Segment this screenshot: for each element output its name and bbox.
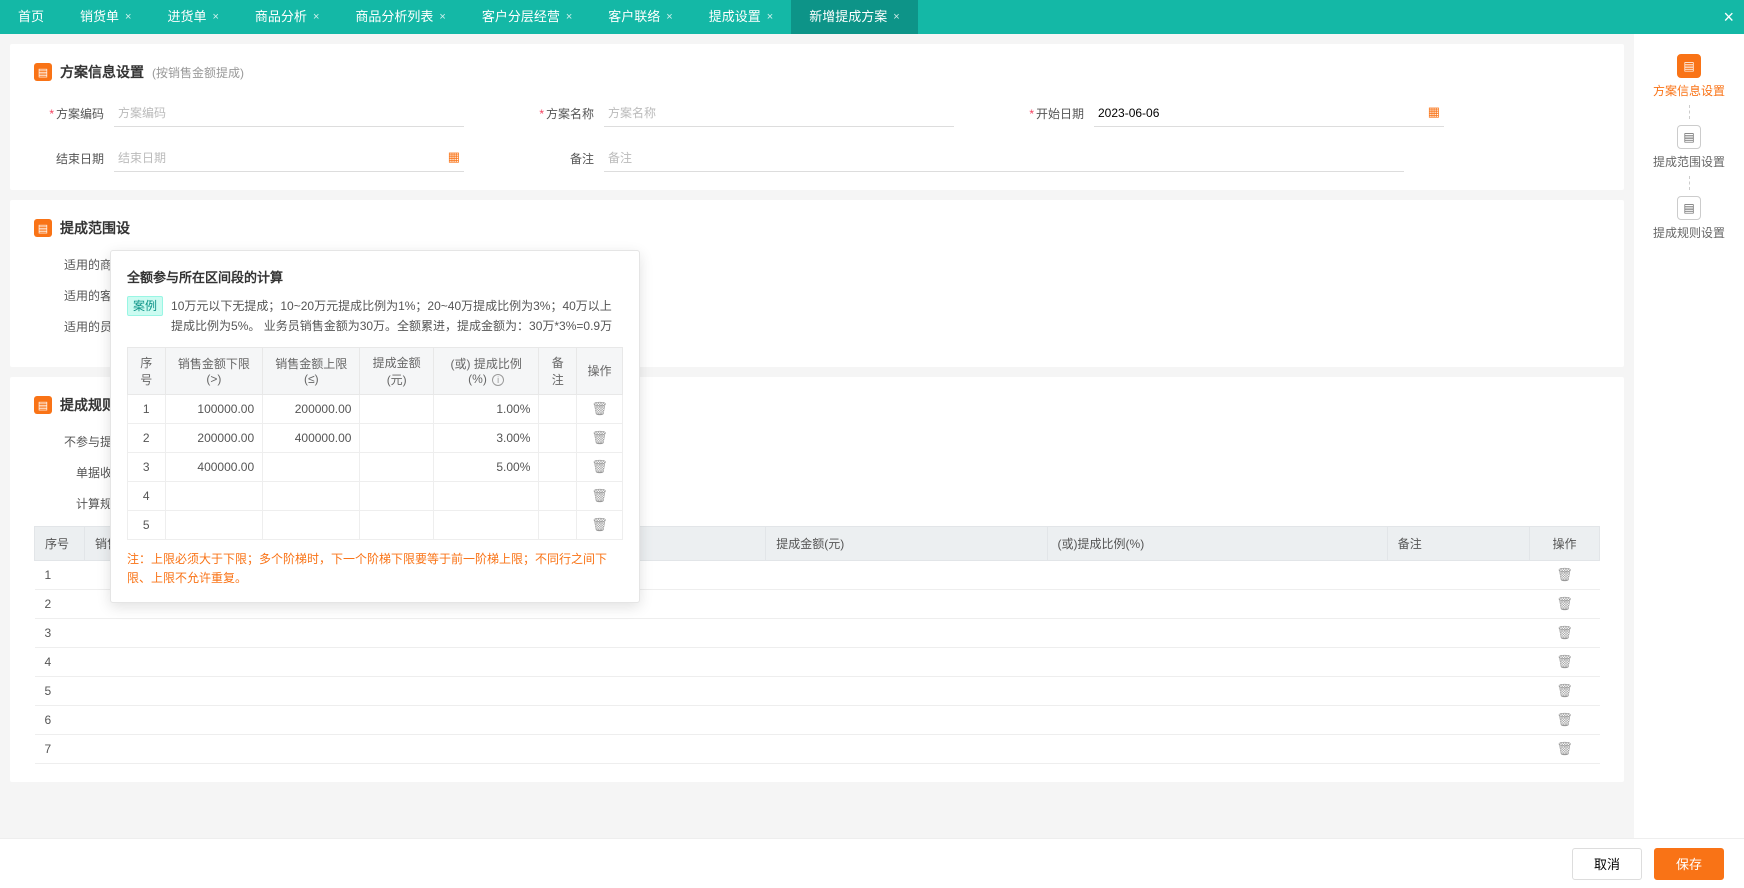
section-subtitle: (按销售金额提成) xyxy=(152,64,244,81)
remark-input[interactable] xyxy=(604,145,1404,172)
delete-icon[interactable]: 🗑 xyxy=(591,430,608,445)
footer-bar: 取消 保存 xyxy=(0,838,1744,888)
table-row[interactable]: 5🗑 xyxy=(35,677,1600,706)
delete-icon[interactable]: 🗑 xyxy=(1556,567,1573,582)
close-all-icon[interactable]: × xyxy=(1723,7,1734,28)
step-icon: ▤ xyxy=(1677,196,1701,220)
nav-step-info[interactable]: ▤ 方案信息设置 xyxy=(1653,54,1725,99)
delete-icon[interactable]: 🗑 xyxy=(591,401,608,416)
tab-close-icon[interactable]: × xyxy=(566,0,572,34)
table-row: 3400000.005.00%🗑 xyxy=(128,452,623,481)
section-icon: ▤ xyxy=(34,63,52,81)
end-date-input[interactable] xyxy=(114,145,464,172)
popover-heading: 全额参与所在区间段的计算 xyxy=(127,267,623,286)
table-row[interactable]: 6🗑 xyxy=(35,706,1600,735)
delete-icon[interactable]: 🗑 xyxy=(591,517,608,532)
nav-step-scope[interactable]: ▤ 提成范围设置 xyxy=(1653,125,1725,170)
delete-icon[interactable]: 🗑 xyxy=(1556,654,1573,669)
calendar-icon[interactable]: ▦ xyxy=(1428,104,1440,120)
section-icon: ▤ xyxy=(34,219,52,237)
step-icon: ▤ xyxy=(1677,54,1701,78)
popover-note: 注：上限必须大于下限；多个阶梯时，下一个阶梯下限要等于前一阶梯上限；不同行之间下… xyxy=(127,550,623,588)
delete-icon[interactable]: 🗑 xyxy=(1556,596,1573,611)
cancel-button[interactable]: 取消 xyxy=(1572,848,1642,880)
delete-icon[interactable]: 🗑 xyxy=(1556,712,1573,727)
tab-3[interactable]: 商品分析× xyxy=(237,0,337,34)
start-date-input[interactable] xyxy=(1094,100,1444,127)
tab-1[interactable]: 销货单× xyxy=(62,0,149,34)
tab-7[interactable]: 提成设置× xyxy=(691,0,791,34)
label-name: 方案名称 xyxy=(546,105,594,122)
tab-close-icon[interactable]: × xyxy=(439,0,445,34)
table-row[interactable]: 4🗑 xyxy=(35,648,1600,677)
section-title: 提成范围设 xyxy=(60,218,130,238)
step-nav: ▤ 方案信息设置 ▤ 提成范围设置 ▤ 提成规则设置 xyxy=(1634,34,1744,838)
tab-2[interactable]: 进货单× xyxy=(149,0,236,34)
panel-scheme-info: ▤ 方案信息设置 (按销售金额提成) *方案编码 *方案名称 *开始日期 xyxy=(10,44,1624,190)
delete-icon[interactable]: 🗑 xyxy=(1556,741,1573,756)
step-icon: ▤ xyxy=(1677,125,1701,149)
save-button[interactable]: 保存 xyxy=(1654,848,1724,880)
info-icon[interactable]: i xyxy=(492,374,504,386)
tab-bar: 首页销货单×进货单×商品分析×商品分析列表×客户分层经营×客户联络×提成设置×新… xyxy=(0,0,1744,34)
tab-0[interactable]: 首页 xyxy=(0,0,62,34)
calendar-icon[interactable]: ▦ xyxy=(448,149,460,165)
tab-close-icon[interactable]: × xyxy=(666,0,672,34)
tab-close-icon[interactable]: × xyxy=(212,0,218,34)
tab-4[interactable]: 商品分析列表× xyxy=(337,0,463,34)
table-row: 5🗑 xyxy=(128,510,623,539)
table-row: 1100000.00200000.001.00%🗑 xyxy=(128,394,623,423)
table-row: 4🗑 xyxy=(128,481,623,510)
table-row[interactable]: 3🗑 xyxy=(35,619,1600,648)
delete-icon[interactable]: 🗑 xyxy=(591,488,608,503)
tab-8[interactable]: 新增提成方案× xyxy=(791,0,917,34)
tab-close-icon[interactable]: × xyxy=(313,0,319,34)
section-icon: ▤ xyxy=(34,396,52,414)
delete-icon[interactable]: 🗑 xyxy=(1556,625,1573,640)
section-title: 方案信息设置 xyxy=(60,62,144,82)
label-end: 结束日期 xyxy=(56,150,104,167)
nav-step-rule[interactable]: ▤ 提成规则设置 xyxy=(1653,196,1725,241)
tab-close-icon[interactable]: × xyxy=(893,0,899,34)
label-remark: 备注 xyxy=(570,150,594,167)
scheme-code-input[interactable] xyxy=(114,100,464,127)
tab-5[interactable]: 客户分层经营× xyxy=(464,0,590,34)
label-start: 开始日期 xyxy=(1036,105,1084,122)
tab-6[interactable]: 客户联络× xyxy=(590,0,690,34)
example-table: 序号销售金额下限 (>)销售金额上限 (≤)提成金额 (元)(或) 提成比例 (… xyxy=(127,347,623,540)
example-popover: 全额参与所在区间段的计算 案例 10万元以下无提成；10~20万元提成比例为1%… xyxy=(110,250,640,603)
delete-icon[interactable]: 🗑 xyxy=(1556,683,1573,698)
example-tag: 案例 xyxy=(127,296,163,316)
table-row[interactable]: 7🗑 xyxy=(35,735,1600,764)
table-row: 2200000.00400000.003.00%🗑 xyxy=(128,423,623,452)
label-code: 方案编码 xyxy=(56,105,104,122)
delete-icon[interactable]: 🗑 xyxy=(591,459,608,474)
scheme-name-input[interactable] xyxy=(604,100,954,127)
example-text: 10万元以下无提成；10~20万元提成比例为1%；20~40万提成比例为3%；4… xyxy=(171,296,623,337)
tab-close-icon[interactable]: × xyxy=(125,0,131,34)
tab-close-icon[interactable]: × xyxy=(767,0,773,34)
